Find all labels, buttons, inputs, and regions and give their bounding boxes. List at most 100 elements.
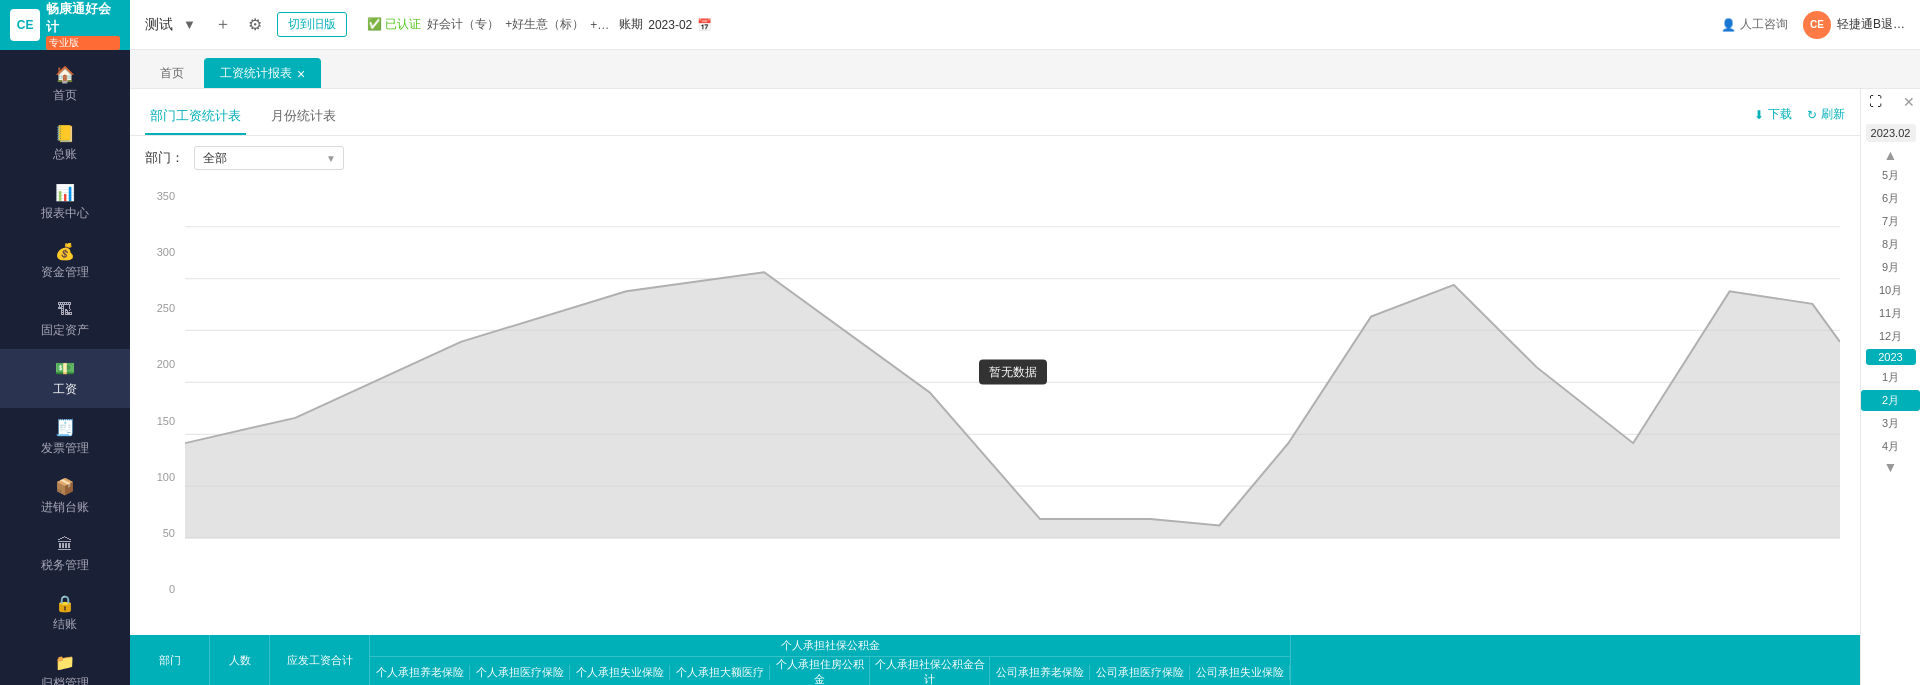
salary-tab-label: 工资统计报表 bbox=[220, 65, 292, 82]
th-group-personal: 个人承担社保公积金 个人承担养老保险 个人承担医疗保险 个人承担失业保险 个人承… bbox=[370, 635, 1291, 685]
panel-month-9[interactable]: 9月 bbox=[1861, 257, 1920, 278]
panel-month-2[interactable]: 2月 bbox=[1861, 390, 1920, 411]
sidebar-item-close-account[interactable]: 🔒 结账 bbox=[0, 584, 130, 643]
user-name: 轻捷通B退… bbox=[1837, 16, 1905, 33]
download-label: 下载 bbox=[1768, 106, 1792, 123]
sub-tab-monthly[interactable]: 月份统计表 bbox=[266, 99, 341, 135]
sidebar-item-assets[interactable]: 🏗 固定资产 bbox=[0, 291, 130, 349]
certified-tag: ✅ 已认证 bbox=[367, 16, 421, 33]
add-button[interactable]: ＋ bbox=[211, 13, 235, 37]
chart-area bbox=[185, 272, 1840, 538]
y-label-0: 0 bbox=[145, 583, 180, 595]
sidebar-item-general-ledger[interactable]: 📒 总账 bbox=[0, 114, 130, 173]
panel-month-6[interactable]: 6月 bbox=[1861, 188, 1920, 209]
panel-month-1[interactable]: 1月 bbox=[1861, 367, 1920, 388]
panel-month-7[interactable]: 7月 bbox=[1861, 211, 1920, 232]
sidebar-item-invoice[interactable]: 🧾 发票管理 bbox=[0, 408, 130, 467]
th-major-medical: 个人承担大额医疗 bbox=[670, 665, 770, 680]
header-right: 👤 人工咨询 CE 轻捷通B退… bbox=[1721, 11, 1905, 39]
period-value: 2023-02 bbox=[648, 18, 692, 32]
period-label: 账期 bbox=[619, 16, 643, 33]
settings-button[interactable]: ⚙ bbox=[243, 13, 267, 37]
sidebar-item-label: 资金管理 bbox=[41, 264, 89, 281]
refresh-icon: ↻ bbox=[1807, 108, 1817, 122]
tab-close-icon[interactable]: × bbox=[297, 67, 305, 81]
close-account-icon: 🔒 bbox=[55, 594, 75, 613]
service-label: 人工咨询 bbox=[1740, 16, 1788, 33]
panel-year-badge: 2023 bbox=[1866, 349, 1916, 365]
th-company-medical: 公司承担医疗保险 bbox=[1090, 665, 1190, 680]
chart-container: 0 50 100 150 200 250 300 350 bbox=[145, 190, 1845, 625]
y-label-100: 100 bbox=[145, 471, 180, 483]
th-group-personal-label: 个人承担社保公积金 bbox=[370, 635, 1290, 657]
table-header-row: 部门 人数 应发工资合计 个人承担社保公积金 个人承担养老保险 个人承担医疗保险 bbox=[130, 635, 1860, 685]
sub-tabs: 部门工资统计表 月份统计表 ⬇ 下载 ↻ 刷新 bbox=[130, 89, 1860, 136]
th-pension: 个人承担养老保险 bbox=[370, 665, 470, 680]
calendar-icon[interactable]: 📅 bbox=[697, 18, 712, 32]
sidebar-item-reports[interactable]: 📊 报表中心 bbox=[0, 173, 130, 232]
sidebar-item-archive[interactable]: 📁 归档管理 bbox=[0, 643, 130, 685]
dept-select-wrapper: 全部 销售部 财务部 技术部 ▼ bbox=[194, 146, 344, 170]
app-name: 畅康通好会计 bbox=[46, 0, 120, 36]
refresh-button[interactable]: ↻ 刷新 bbox=[1807, 106, 1845, 123]
th-total-fund: 个人承担社保公积金合计 bbox=[870, 657, 990, 685]
panel-months-prev: 5月 6月 7月 8月 9月 10月 11月 12月 2023 1月 2月 3月… bbox=[1861, 165, 1920, 457]
panel-month-8[interactable]: 8月 bbox=[1861, 234, 1920, 255]
download-icon: ⬇ bbox=[1754, 108, 1764, 122]
th-unemployment: 个人承担失业保险 bbox=[570, 665, 670, 680]
switch-button[interactable]: 切到旧版 bbox=[277, 12, 347, 37]
dept-select[interactable]: 全部 销售部 财务部 技术部 bbox=[194, 146, 344, 170]
th-group-personal-cells: 个人承担养老保险 个人承担医疗保险 个人承担失业保险 个人承担大额医疗 个人承担… bbox=[370, 657, 1290, 685]
chart-svg-area: 暂无数据 bbox=[185, 190, 1840, 595]
right-panel: ✕ ⛶ 2023.02 ▲ 5月 6月 7月 8月 9月 10月 11月 12月… bbox=[1860, 89, 1920, 685]
th-dept: 部门 bbox=[130, 635, 210, 685]
download-button[interactable]: ⬇ 下载 bbox=[1754, 106, 1792, 123]
user-area: CE 轻捷通B退… bbox=[1803, 11, 1905, 39]
sub-tab-dept-label: 部门工资统计表 bbox=[150, 108, 241, 123]
tab-salary-report[interactable]: 工资统计报表 × bbox=[204, 58, 321, 88]
sidebar-item-label: 税务管理 bbox=[41, 557, 89, 574]
assets-icon: 🏗 bbox=[57, 301, 73, 319]
panel-up-button[interactable]: ▲ bbox=[1884, 147, 1898, 163]
sub-tab-dept[interactable]: 部门工资统计表 bbox=[145, 99, 246, 135]
sidebar-item-label: 总账 bbox=[53, 146, 77, 163]
panel-close-button[interactable]: ✕ bbox=[1903, 94, 1915, 110]
dropdown-arrow[interactable]: ▼ bbox=[183, 17, 196, 32]
home-tab-label: 首页 bbox=[160, 65, 184, 82]
panel-month-11[interactable]: 11月 bbox=[1861, 303, 1920, 324]
tag-good-business: +好生意（标） bbox=[505, 16, 584, 33]
sidebar-item-salary[interactable]: 💵 工资 bbox=[0, 349, 130, 408]
y-label-350: 350 bbox=[145, 190, 180, 202]
panel-month-10[interactable]: 10月 bbox=[1861, 280, 1920, 301]
th-medical: 个人承担医疗保险 bbox=[470, 665, 570, 680]
sidebar-item-label: 结账 bbox=[53, 616, 77, 633]
y-label-50: 50 bbox=[145, 527, 180, 539]
sidebar-item-home[interactable]: 🏠 首页 bbox=[0, 55, 130, 114]
funds-icon: 💰 bbox=[55, 242, 75, 261]
sidebar-item-label: 进销台账 bbox=[41, 499, 89, 516]
th-count: 人数 bbox=[210, 635, 270, 685]
chart-wrapper: 0 50 100 150 200 250 300 350 bbox=[130, 180, 1860, 635]
main-content: 部门工资统计表 月份统计表 ⬇ 下载 ↻ 刷新 bbox=[130, 89, 1860, 685]
panel-month-4[interactable]: 4月 bbox=[1861, 436, 1920, 457]
panel-month-3[interactable]: 3月 bbox=[1861, 413, 1920, 434]
sidebar-item-funds[interactable]: 💰 资金管理 bbox=[0, 232, 130, 291]
panel-month-5[interactable]: 5月 bbox=[1861, 165, 1920, 186]
sidebar-item-label: 固定资产 bbox=[41, 322, 89, 339]
invoice-icon: 🧾 bbox=[55, 418, 75, 437]
panel-down-button[interactable]: ▼ bbox=[1884, 459, 1898, 475]
tab-home[interactable]: 首页 bbox=[145, 59, 199, 88]
home-icon: 🏠 bbox=[55, 65, 75, 84]
sidebar-item-tax[interactable]: 🏛 税务管理 bbox=[0, 526, 130, 584]
sidebar-item-label: 首页 bbox=[53, 87, 77, 104]
header-period: 账期 2023-02 📅 bbox=[619, 16, 712, 33]
service-button[interactable]: 👤 人工咨询 bbox=[1721, 16, 1788, 33]
avatar: CE bbox=[1803, 11, 1831, 39]
sidebar-item-purchase-sale[interactable]: 📦 进销台账 bbox=[0, 467, 130, 526]
sub-tab-monthly-label: 月份统计表 bbox=[271, 108, 336, 123]
y-label-250: 250 bbox=[145, 302, 180, 314]
salary-icon: 💵 bbox=[55, 359, 75, 378]
panel-month-12[interactable]: 12月 bbox=[1861, 326, 1920, 347]
panel-expand-button[interactable]: ⛶ bbox=[1869, 94, 1882, 109]
top-header: 测试 ▼ ＋ ⚙ 切到旧版 ✅ 已认证 好会计（专） +好生意（标） +… 账期… bbox=[130, 0, 1920, 50]
